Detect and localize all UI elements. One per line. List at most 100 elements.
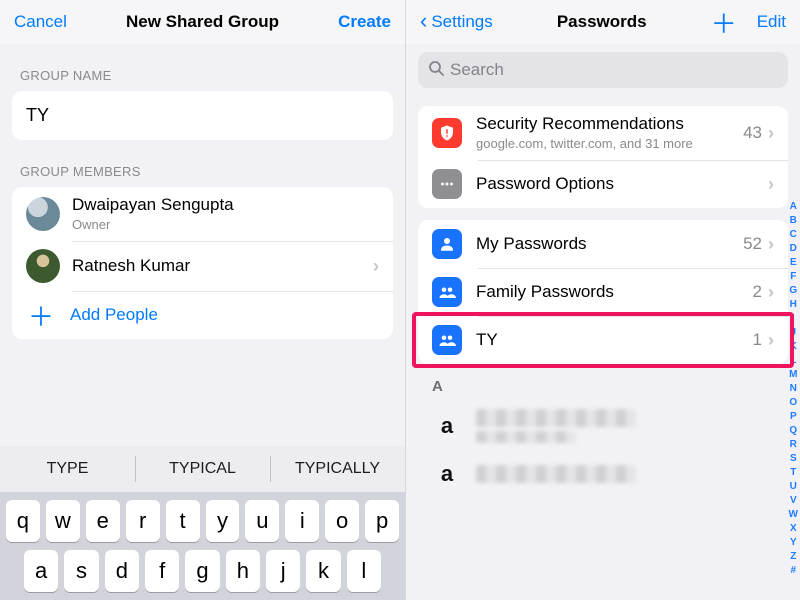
key-g[interactable]: g (185, 550, 219, 592)
chevron-right-icon: › (768, 330, 774, 351)
keyboard-suggestion[interactable]: TYPICAL (135, 446, 270, 492)
alpha-index-letter[interactable]: C (790, 228, 797, 242)
key-d[interactable]: d (105, 550, 139, 592)
key-f[interactable]: f (145, 550, 179, 592)
alpha-index-letter[interactable]: D (790, 242, 797, 256)
create-button[interactable]: Create (338, 12, 391, 32)
plus-icon: ＋ (711, 4, 737, 41)
key-l[interactable]: l (347, 550, 381, 592)
row-count: 1 (753, 330, 762, 350)
alpha-index-letter[interactable]: F (790, 270, 796, 284)
key-a[interactable]: a (24, 550, 58, 592)
member-row[interactable]: Ratnesh Kumar › (12, 241, 393, 291)
alpha-index-letter[interactable]: Z (790, 550, 796, 564)
alpha-index-letter[interactable]: X (790, 522, 797, 536)
new-shared-group-pane: Cancel New Shared Group Create GROUP NAM… (0, 0, 406, 600)
group-name-label: GROUP NAME (0, 44, 405, 91)
ty-group-row[interactable]: TY 1› (418, 316, 788, 364)
edit-button[interactable]: Edit (757, 12, 786, 32)
alpha-index-letter[interactable]: R (790, 438, 797, 452)
key-o[interactable]: o (325, 500, 359, 542)
member-row-owner[interactable]: Dwaipayan Sengupta Owner (12, 187, 393, 241)
alpha-index-letter[interactable]: J (790, 326, 796, 340)
key-u[interactable]: u (245, 500, 279, 542)
family-passwords-row[interactable]: Family Passwords 2› (418, 268, 788, 316)
key-k[interactable]: k (306, 550, 340, 592)
avatar (26, 249, 60, 283)
key-p[interactable]: p (365, 500, 399, 542)
add-people-label: Add People (70, 305, 158, 325)
chevron-right-icon: › (373, 256, 379, 277)
keyboard-suggestion[interactable]: TYPICALLY (270, 446, 405, 492)
key-w[interactable]: w (46, 500, 80, 542)
alpha-index-letter[interactable]: E (790, 256, 797, 270)
key-h[interactable]: h (226, 550, 260, 592)
key-q[interactable]: q (6, 500, 40, 542)
avatar (26, 197, 60, 231)
alpha-index-letter[interactable]: W (789, 508, 798, 522)
alpha-index-letter[interactable]: K (790, 340, 797, 354)
people-icon (432, 325, 462, 355)
add-password-button[interactable]: ＋ (711, 4, 737, 41)
password-entry-row[interactable]: a (406, 451, 800, 497)
alpha-index-letter[interactable]: B (790, 214, 797, 228)
alpha-index-letter[interactable]: S (790, 452, 797, 466)
row-title: My Passwords (476, 234, 743, 254)
site-logo-amazon: a (432, 459, 462, 489)
key-e[interactable]: e (86, 500, 120, 542)
group-name-input[interactable] (12, 91, 393, 140)
key-j[interactable]: j (266, 550, 300, 592)
search-icon (428, 60, 444, 81)
row-title: Security Recommendations (476, 114, 743, 134)
key-t[interactable]: t (166, 500, 200, 542)
alpha-index-letter[interactable]: N (790, 382, 797, 396)
alphabet-index[interactable]: ABCDEFGHIJKLMNOPQRSTUVWXYZ# (789, 200, 798, 578)
add-people-row[interactable]: ＋ Add People (12, 291, 393, 339)
row-title: Family Passwords (476, 282, 753, 302)
plus-icon: ＋ (26, 300, 56, 330)
key-s[interactable]: s (64, 550, 98, 592)
password-groups-card: My Passwords 52› Family Passwords 2› TY … (418, 220, 788, 364)
key-r[interactable]: r (126, 500, 160, 542)
member-role: Owner (72, 217, 379, 233)
search-input[interactable]: Search (418, 52, 788, 88)
alpha-index-letter[interactable]: P (790, 410, 797, 424)
keyboard-suggestion-bar: TYPE TYPICAL TYPICALLY (0, 446, 405, 492)
passwords-settings-pane: ‹ Settings Passwords ＋ Edit Search Secur… (406, 0, 800, 600)
alpha-index-letter[interactable]: A (790, 200, 797, 214)
alpha-index-letter[interactable]: T (790, 466, 796, 480)
alpha-index-letter[interactable]: I (792, 312, 795, 326)
member-name: Ratnesh Kumar (72, 256, 373, 276)
row-subtitle: google.com, twitter.com, and 31 more (476, 136, 743, 152)
security-recommendations-row[interactable]: Security Recommendations google.com, twi… (418, 106, 788, 160)
alpha-index-letter[interactable]: G (789, 284, 797, 298)
alpha-index-letter[interactable]: O (789, 396, 797, 410)
keyboard-suggestion[interactable]: TYPE (0, 446, 135, 492)
password-options-row[interactable]: Password Options › (418, 160, 788, 208)
back-button[interactable]: ‹ Settings (420, 11, 493, 33)
redacted-text (476, 431, 576, 443)
alpha-index-letter[interactable]: # (790, 564, 796, 578)
alpha-index-letter[interactable]: M (789, 368, 797, 382)
alpha-index-letter[interactable]: H (790, 298, 797, 312)
alpha-index-letter[interactable]: L (790, 354, 796, 368)
keyboard-row-1: q w e r t y u i o p (0, 492, 405, 542)
group-members-card: Dwaipayan Sengupta Owner Ratnesh Kumar ›… (12, 187, 393, 339)
section-index-header: A (406, 364, 800, 401)
redacted-text (476, 465, 636, 483)
alpha-index-letter[interactable]: V (790, 494, 797, 508)
row-count: 43 (743, 123, 762, 143)
key-y[interactable]: y (206, 500, 240, 542)
back-label: Settings (431, 12, 492, 32)
keyboard-row-2: a s d f g h j k l (0, 542, 405, 600)
alpha-index-letter[interactable]: U (790, 480, 797, 494)
password-entry-row[interactable]: a (406, 401, 800, 451)
member-name: Dwaipayan Sengupta (72, 195, 379, 215)
alpha-index-letter[interactable]: Y (790, 536, 797, 550)
my-passwords-row[interactable]: My Passwords 52› (418, 220, 788, 268)
shield-alert-icon (432, 118, 462, 148)
cancel-button[interactable]: Cancel (14, 12, 67, 32)
ellipsis-icon (432, 169, 462, 199)
alpha-index-letter[interactable]: Q (789, 424, 797, 438)
key-i[interactable]: i (285, 500, 319, 542)
